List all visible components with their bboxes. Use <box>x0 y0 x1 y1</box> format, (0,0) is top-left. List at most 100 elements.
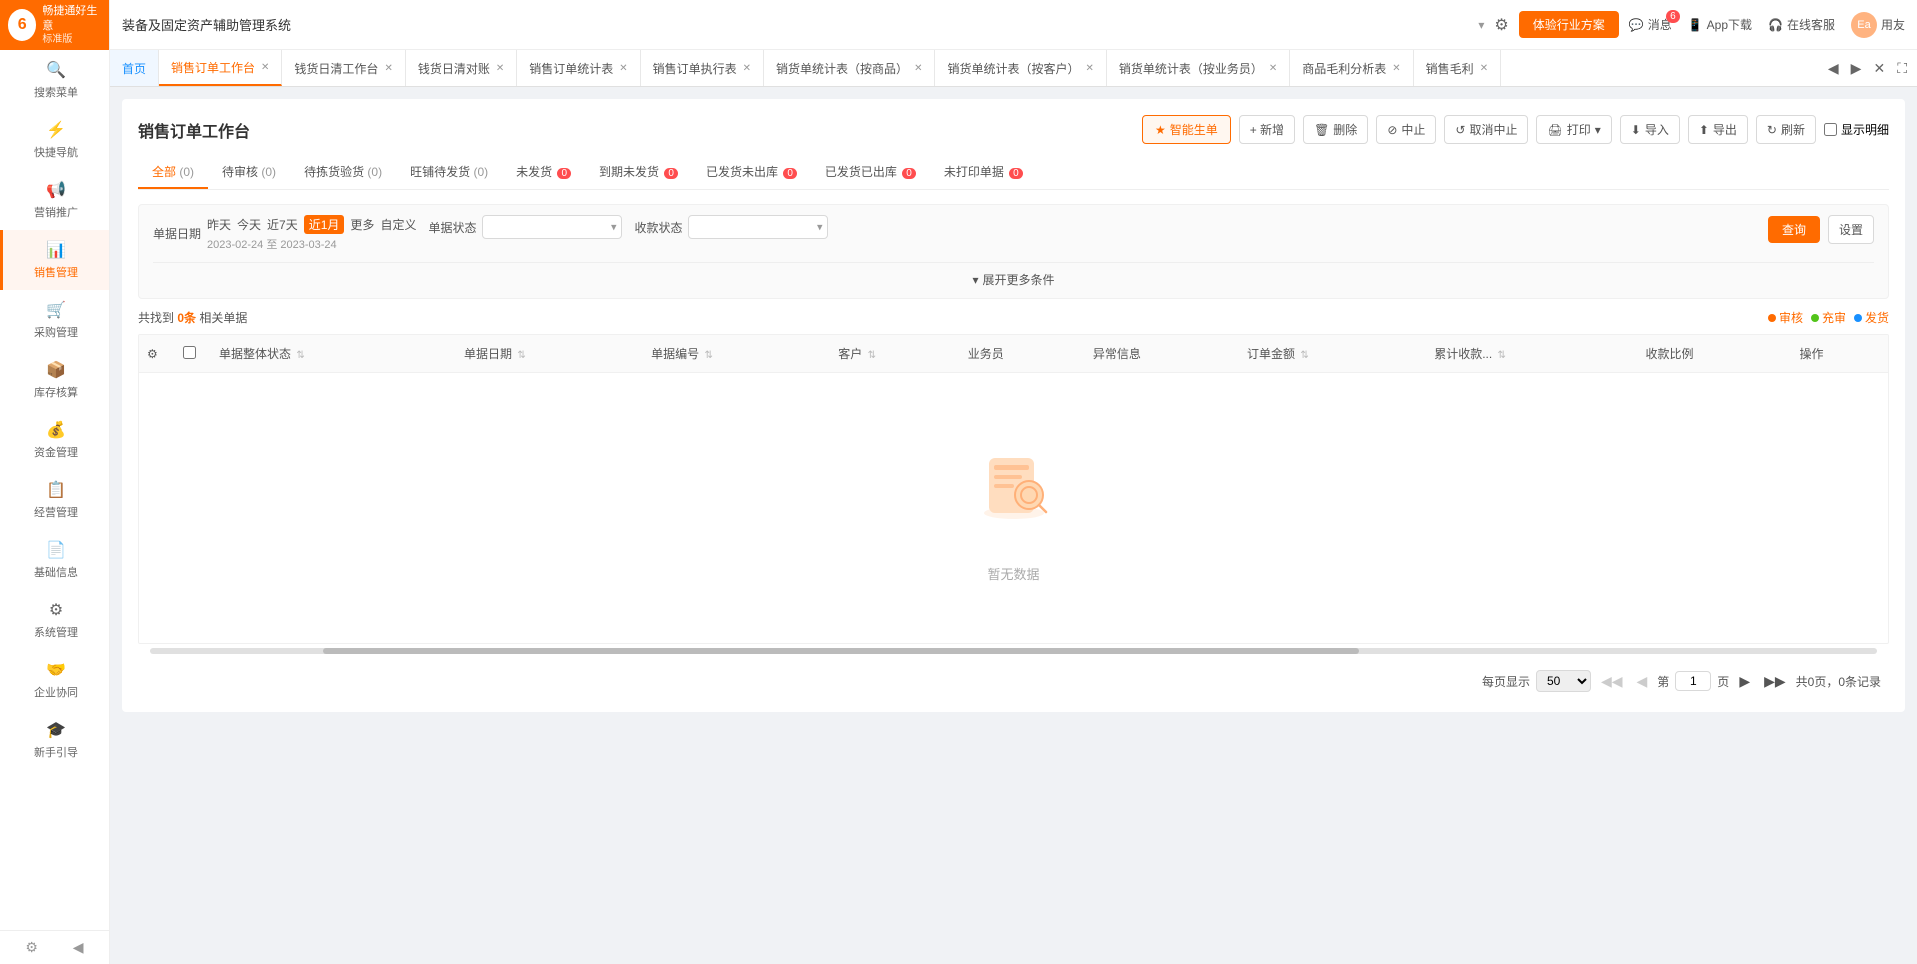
sidebar-item-search[interactable]: 🔍 搜索菜单 <box>0 50 109 110</box>
sidebar-item-system[interactable]: ⚙ 系统管理 <box>0 590 109 650</box>
filter-settings-btn[interactable]: 设置 <box>1828 215 1874 244</box>
th-settings[interactable]: ⚙ <box>139 335 175 373</box>
show-detail-checkbox[interactable] <box>1824 123 1837 136</box>
sub-tab-expired-not-shipped[interactable]: 到期未发货 0 <box>585 156 692 189</box>
date-opt-more[interactable]: 更多 <box>350 216 374 233</box>
sidebar-item-inventory[interactable]: 📦 库存核算 <box>0 350 109 410</box>
date-opt-yesterday[interactable]: 昨天 <box>207 216 231 233</box>
payment-select[interactable] <box>688 215 828 239</box>
tab-sales-customer-stats[interactable]: 销货单统计表（按客户） ✕ <box>935 50 1106 86</box>
message-item[interactable]: 💬 消息 6 <box>1629 16 1672 33</box>
th-doc-date[interactable]: 单据日期 ⇅ <box>456 335 643 373</box>
sidebar-item-marketing[interactable]: 📢 营销推广 <box>0 170 109 230</box>
topbar-settings-icon[interactable]: ⚙ <box>1494 15 1508 35</box>
system-dropdown[interactable]: ▾ <box>1478 18 1484 32</box>
date-opt-today[interactable]: 今天 <box>237 216 261 233</box>
add-btn[interactable]: + 新增 <box>1239 115 1295 144</box>
export-btn[interactable]: ⬆ 导出 <box>1688 115 1748 144</box>
tab-goods-profit[interactable]: 商品毛利分析表 ✕ <box>1290 50 1413 86</box>
sub-tab-all[interactable]: 全部 (0) <box>138 156 208 189</box>
print-btn[interactable]: 🖨 打印 ▾ <box>1536 115 1611 144</box>
tab-sales-stats[interactable]: 销售订单统计表 ✕ <box>517 50 640 86</box>
tab-scroll-right-icon[interactable]: ▶ <box>1847 58 1866 79</box>
page-first-icon[interactable]: ◀◀ <box>1597 671 1627 692</box>
scrollbar-thumb[interactable] <box>323 648 1359 654</box>
tab-close-icon[interactable]: ✕ <box>743 63 751 74</box>
tab-close-icon[interactable]: ✕ <box>1269 63 1277 74</box>
tab-cash-reconcile[interactable]: 钱货日清对账 ✕ <box>406 50 517 86</box>
tab-sales-profit[interactable]: 销售毛利 ✕ <box>1414 50 1501 86</box>
app-download-item[interactable]: 📱 App下载 <box>1688 16 1752 33</box>
select-all-checkbox[interactable] <box>183 346 196 359</box>
tab-sales-workbench[interactable]: 销售订单工作台 ✕ <box>159 50 282 86</box>
tab-sales-staff-stats[interactable]: 销货单统计表（按业务员） ✕ <box>1107 50 1290 86</box>
page-next-icon[interactable]: ▶ <box>1735 671 1754 692</box>
tab-close-icon[interactable]: ✕ <box>496 63 504 74</box>
sub-tab-shipped-not-warehoused[interactable]: 已发货未出库 0 <box>692 156 811 189</box>
sidebar-item-operations[interactable]: 📋 经营管理 <box>0 470 109 530</box>
sidebar-item-quick-nav[interactable]: ⚡ 快捷导航 <box>0 110 109 170</box>
audit-action-btn[interactable]: 审核 <box>1768 309 1803 326</box>
tab-close-icon[interactable]: ✕ <box>914 63 922 74</box>
tab-home[interactable]: 首页 <box>110 50 159 86</box>
th-total-received[interactable]: 累计收款... ⇅ <box>1426 335 1637 373</box>
sidebar-item-cooperation[interactable]: 🤝 企业协同 <box>0 650 109 710</box>
th-exception[interactable]: 异常信息 <box>1085 335 1239 373</box>
tab-cash-daily[interactable]: 钱货日清工作台 ✕ <box>282 50 405 86</box>
industry-btn[interactable]: 体验行业方案 <box>1519 11 1619 38</box>
tab-scroll-left-icon[interactable]: ◀ <box>1824 58 1843 79</box>
sub-tab-wangpu[interactable]: 旺铺待发货 (0) <box>396 156 502 189</box>
tab-close-all-icon[interactable]: ✕ <box>1869 58 1889 79</box>
th-order-amount[interactable]: 订单金额 ⇅ <box>1239 335 1426 373</box>
per-page-select[interactable]: 50 20 100 <box>1536 670 1591 692</box>
cancel-stop-btn[interactable]: ↺ 取消中止 <box>1444 115 1528 144</box>
th-payment-ratio[interactable]: 收款比例 <box>1637 335 1791 373</box>
delete-btn[interactable]: 🗑 删除 <box>1303 115 1368 144</box>
import-btn[interactable]: ⬇ 导入 <box>1620 115 1680 144</box>
sidebar-item-finance[interactable]: 💰 资金管理 <box>0 410 109 470</box>
th-checkbox[interactable] <box>175 335 211 373</box>
sidebar-item-basic-info[interactable]: 📄 基础信息 <box>0 530 109 590</box>
tab-close-icon[interactable]: ✕ <box>1480 63 1488 74</box>
tab-sales-goods-stats[interactable]: 销货单统计表（按商品） ✕ <box>764 50 935 86</box>
status-select[interactable] <box>482 215 622 239</box>
th-salesperson[interactable]: 业务员 <box>960 335 1085 373</box>
sidebar-item-guide[interactable]: 🎓 新手引导 <box>0 710 109 770</box>
th-customer[interactable]: 客户 ⇅ <box>830 335 959 373</box>
tab-close-icon[interactable]: ✕ <box>1085 63 1093 74</box>
collapse-sidebar-icon[interactable]: ◀ <box>73 939 84 956</box>
th-doc-number[interactable]: 单据编号 ⇅ <box>643 335 830 373</box>
query-btn[interactable]: 查询 <box>1768 216 1820 243</box>
expand-conditions-btn[interactable]: ▾ 展开更多条件 <box>972 271 1054 288</box>
sub-tab-pending-audit[interactable]: 待审核 (0) <box>208 156 290 189</box>
online-service-item[interactable]: 🎧 在线客服 <box>1768 16 1835 33</box>
sidebar-item-sales[interactable]: 📊 销售管理 <box>0 230 109 290</box>
sub-tab-not-printed[interactable]: 未打印单据 0 <box>930 156 1037 189</box>
page-input[interactable] <box>1675 671 1711 691</box>
page-last-icon[interactable]: ▶▶ <box>1760 671 1790 692</box>
ship-action-btn[interactable]: 发货 <box>1854 309 1889 326</box>
revoke-action-btn[interactable]: 充审 <box>1811 309 1846 326</box>
page-prev-icon[interactable]: ◀ <box>1633 671 1652 692</box>
sub-tab-not-shipped[interactable]: 未发货 0 <box>502 156 585 189</box>
horizontal-scrollbar[interactable] <box>150 648 1877 654</box>
tab-close-icon[interactable]: ✕ <box>619 63 627 74</box>
stop-btn[interactable]: ⊘ 中止 <box>1376 115 1436 144</box>
refresh-btn[interactable]: ↻ 刷新 <box>1756 115 1816 144</box>
date-opt-1month[interactable]: 近1月 <box>304 215 345 234</box>
tab-sales-exec[interactable]: 销售订单执行表 ✕ <box>641 50 764 86</box>
th-doc-status[interactable]: 单据整体状态 ⇅ <box>211 335 456 373</box>
show-detail-label[interactable]: 显示明细 <box>1824 121 1889 138</box>
sub-tab-pending-inspect[interactable]: 待拣货验货 (0) <box>290 156 396 189</box>
tab-close-icon[interactable]: ✕ <box>1392 63 1400 74</box>
tab-close-icon[interactable]: ✕ <box>261 62 269 73</box>
tab-maximize-icon[interactable]: ⛶ <box>1893 58 1911 79</box>
date-opt-7days[interactable]: 近7天 <box>267 216 298 233</box>
tab-close-icon[interactable]: ✕ <box>384 63 392 74</box>
date-opt-custom[interactable]: 自定义 <box>380 216 416 233</box>
user-item[interactable]: Ea 用友 <box>1851 12 1905 38</box>
sub-tab-shipped-warehoused[interactable]: 已发货已出库 0 <box>811 156 930 189</box>
settings-bottom-icon[interactable]: ⚙ <box>25 939 38 956</box>
sidebar-item-purchase[interactable]: 🛒 采购管理 <box>0 290 109 350</box>
smart-order-btn[interactable]: ★ 智能生单 <box>1142 115 1231 144</box>
